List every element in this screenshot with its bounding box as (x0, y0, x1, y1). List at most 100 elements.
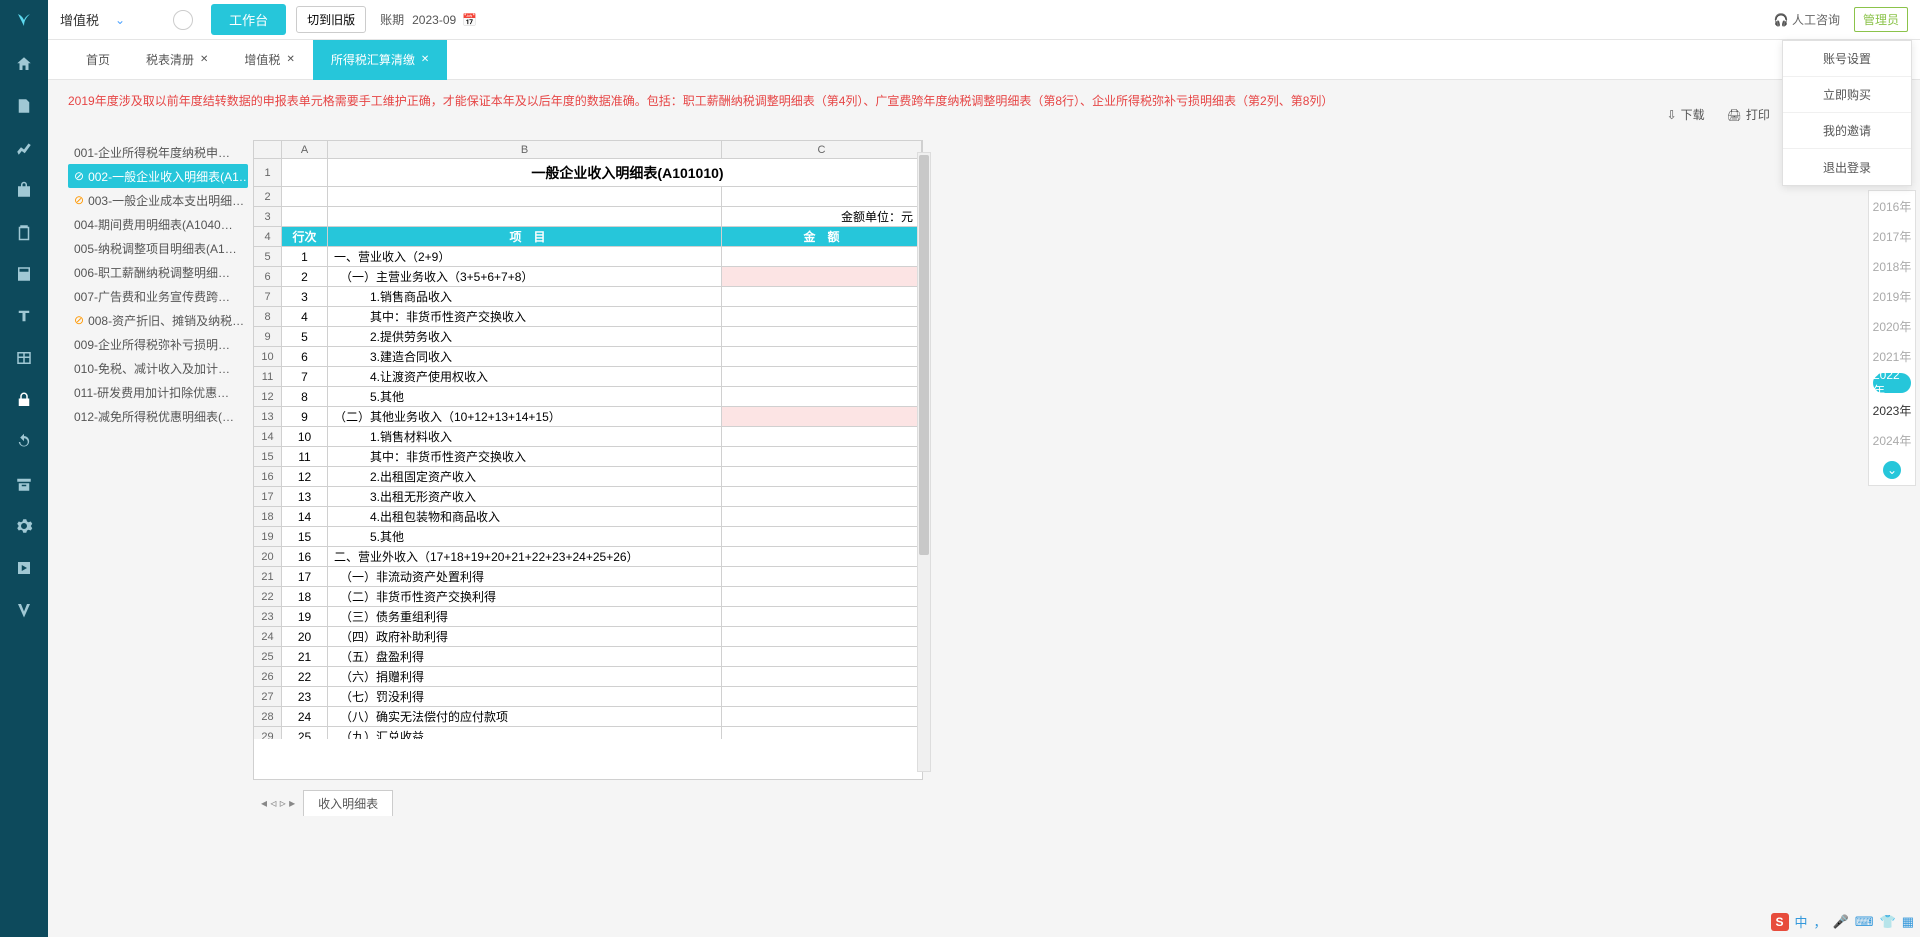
cell-amount[interactable] (722, 467, 922, 486)
cell-amount[interactable] (722, 667, 922, 686)
cell-amount[interactable] (722, 407, 922, 426)
cell-item[interactable]: 4.让渡资产使用权收入 (328, 367, 722, 386)
cell-amount[interactable] (722, 387, 922, 406)
breadcrumb[interactable]: 增值税 (60, 10, 99, 29)
row-number[interactable]: 21 (254, 567, 282, 586)
year-option[interactable]: 2021年 (1869, 341, 1915, 371)
cell-amount[interactable] (722, 247, 922, 266)
scrollbar-thumb[interactable] (919, 155, 929, 555)
tree-item[interactable]: 012-减免所得税优惠明细表(… (68, 404, 248, 428)
period-value[interactable]: 2023-09 (412, 13, 456, 27)
cell-item[interactable]: （五）盘盈利得 (328, 647, 722, 666)
cell-rownum[interactable]: 14 (282, 507, 328, 526)
header-item[interactable]: 项 目 (328, 227, 722, 246)
row-number[interactable]: 13 (254, 407, 282, 426)
cell-item[interactable]: 5.其他 (328, 527, 722, 546)
cell-item[interactable]: （三）债务重组利得 (328, 607, 722, 626)
nav-chart-icon[interactable] (12, 136, 36, 160)
vertical-scrollbar[interactable] (917, 152, 931, 772)
workbench-button[interactable]: 工作台 (211, 4, 286, 35)
nav-play-icon[interactable] (12, 556, 36, 580)
nav-home-icon[interactable] (12, 52, 36, 76)
cell-rownum[interactable]: 23 (282, 687, 328, 706)
row-number[interactable]: 26 (254, 667, 282, 686)
cell-rownum[interactable]: 16 (282, 547, 328, 566)
tab-增值税[interactable]: 增值税✕ (226, 40, 312, 80)
row-number[interactable]: 7 (254, 287, 282, 306)
nav-calc-icon[interactable] (12, 262, 36, 286)
ime-badge[interactable]: S (1771, 913, 1789, 931)
nav-clip-icon[interactable] (12, 220, 36, 244)
headset-icon[interactable]: 🎧 人工咨询 (1774, 11, 1840, 28)
circle-icon[interactable] (173, 10, 193, 30)
close-icon[interactable]: ✕ (421, 54, 429, 65)
ime-item[interactable]: 中 (1795, 912, 1808, 931)
cell-rownum[interactable]: 13 (282, 487, 328, 506)
unit-label[interactable]: 金额单位：元 (722, 207, 922, 226)
switch-old-button[interactable]: 切到旧版 (296, 6, 366, 33)
cell-rownum[interactable]: 7 (282, 367, 328, 386)
calendar-icon[interactable]: 📅 (462, 13, 477, 27)
row-number[interactable]: 5 (254, 247, 282, 266)
row-number[interactable]: 16 (254, 467, 282, 486)
cell-rownum[interactable]: 8 (282, 387, 328, 406)
cell-amount[interactable] (722, 267, 922, 286)
nav-doc-icon[interactable] (12, 94, 36, 118)
sheet-corner[interactable] (254, 141, 282, 158)
cell-amount[interactable] (722, 707, 922, 726)
cell-item[interactable]: 3.出租无形资产收入 (328, 487, 722, 506)
cell-item[interactable]: 其中：非货币性资产交换收入 (328, 307, 722, 326)
tab-所得税汇算清缴[interactable]: 所得税汇算清缴✕ (313, 40, 447, 80)
tree-item[interactable]: 005-纳税调整项目明细表(A1… (68, 236, 248, 260)
nav-refresh-icon[interactable] (12, 430, 36, 454)
tree-item[interactable]: ⊘003-一般企业成本支出明细… (68, 188, 248, 212)
tree-item[interactable]: 006-职工薪酬纳税调整明细… (68, 260, 248, 284)
year-option[interactable]: 2022年 (1873, 373, 1911, 393)
sheet-title[interactable]: 一般企业收入明细表(A101010) (328, 159, 922, 186)
row-number[interactable]: 14 (254, 427, 282, 446)
nav-v-icon[interactable] (12, 598, 36, 622)
cell-amount[interactable] (722, 527, 922, 546)
row-number[interactable]: 23 (254, 607, 282, 626)
menu-item[interactable]: 退出登录 (1783, 149, 1911, 185)
row-number[interactable]: 25 (254, 647, 282, 666)
year-option[interactable]: 2019年 (1869, 281, 1915, 311)
cell-item[interactable]: （八）确实无法偿付的应付款项 (328, 707, 722, 726)
row-number[interactable]: 18 (254, 507, 282, 526)
menu-item[interactable]: 立即购买 (1783, 77, 1911, 113)
row-number[interactable]: 8 (254, 307, 282, 326)
col-header-a[interactable]: A (282, 141, 328, 158)
cell-rownum[interactable]: 6 (282, 347, 328, 366)
nav-active-icon[interactable] (12, 388, 36, 412)
year-option[interactable]: 2020年 (1869, 311, 1915, 341)
cell-rownum[interactable]: 15 (282, 527, 328, 546)
close-icon[interactable]: ✕ (286, 54, 294, 65)
row-number[interactable]: 24 (254, 627, 282, 646)
cell-amount[interactable] (722, 607, 922, 626)
row-number[interactable]: 12 (254, 387, 282, 406)
tree-item[interactable]: ⊘008-资产折旧、摊销及纳税… (68, 308, 248, 332)
ime-item[interactable]: ， (1814, 912, 1827, 931)
row-number[interactable]: 22 (254, 587, 282, 606)
cell-rownum[interactable]: 12 (282, 467, 328, 486)
menu-item[interactable]: 我的邀请 (1783, 113, 1911, 149)
cell-item[interactable]: 3.建造合同收入 (328, 347, 722, 366)
sheet-tab-arrows[interactable]: ◂ ◃ ▹ ▸ (253, 796, 303, 810)
cell-rownum[interactable]: 1 (282, 247, 328, 266)
cell-item[interactable]: 4.出租包装物和商品收入 (328, 507, 722, 526)
col-header-c[interactable]: C (722, 141, 922, 158)
cell-amount[interactable] (722, 347, 922, 366)
row-number[interactable]: 6 (254, 267, 282, 286)
ime-mic-icon[interactable]: 🎤 (1833, 914, 1849, 930)
nav-font-icon[interactable] (12, 304, 36, 328)
cell-item[interactable]: （二）非货币性资产交换利得 (328, 587, 722, 606)
cell-item[interactable]: 1.销售商品收入 (328, 287, 722, 306)
sheet-tab-active[interactable]: 收入明细表 (303, 790, 393, 816)
nav-table-icon[interactable] (12, 346, 36, 370)
ime-keyboard-icon[interactable]: ⌨ (1855, 914, 1874, 930)
cell-item[interactable]: （六）捐赠利得 (328, 667, 722, 686)
cell-rownum[interactable]: 19 (282, 607, 328, 626)
year-option[interactable]: 2024年 (1869, 425, 1915, 455)
cell-rownum[interactable]: 22 (282, 667, 328, 686)
cell-amount[interactable] (722, 307, 922, 326)
